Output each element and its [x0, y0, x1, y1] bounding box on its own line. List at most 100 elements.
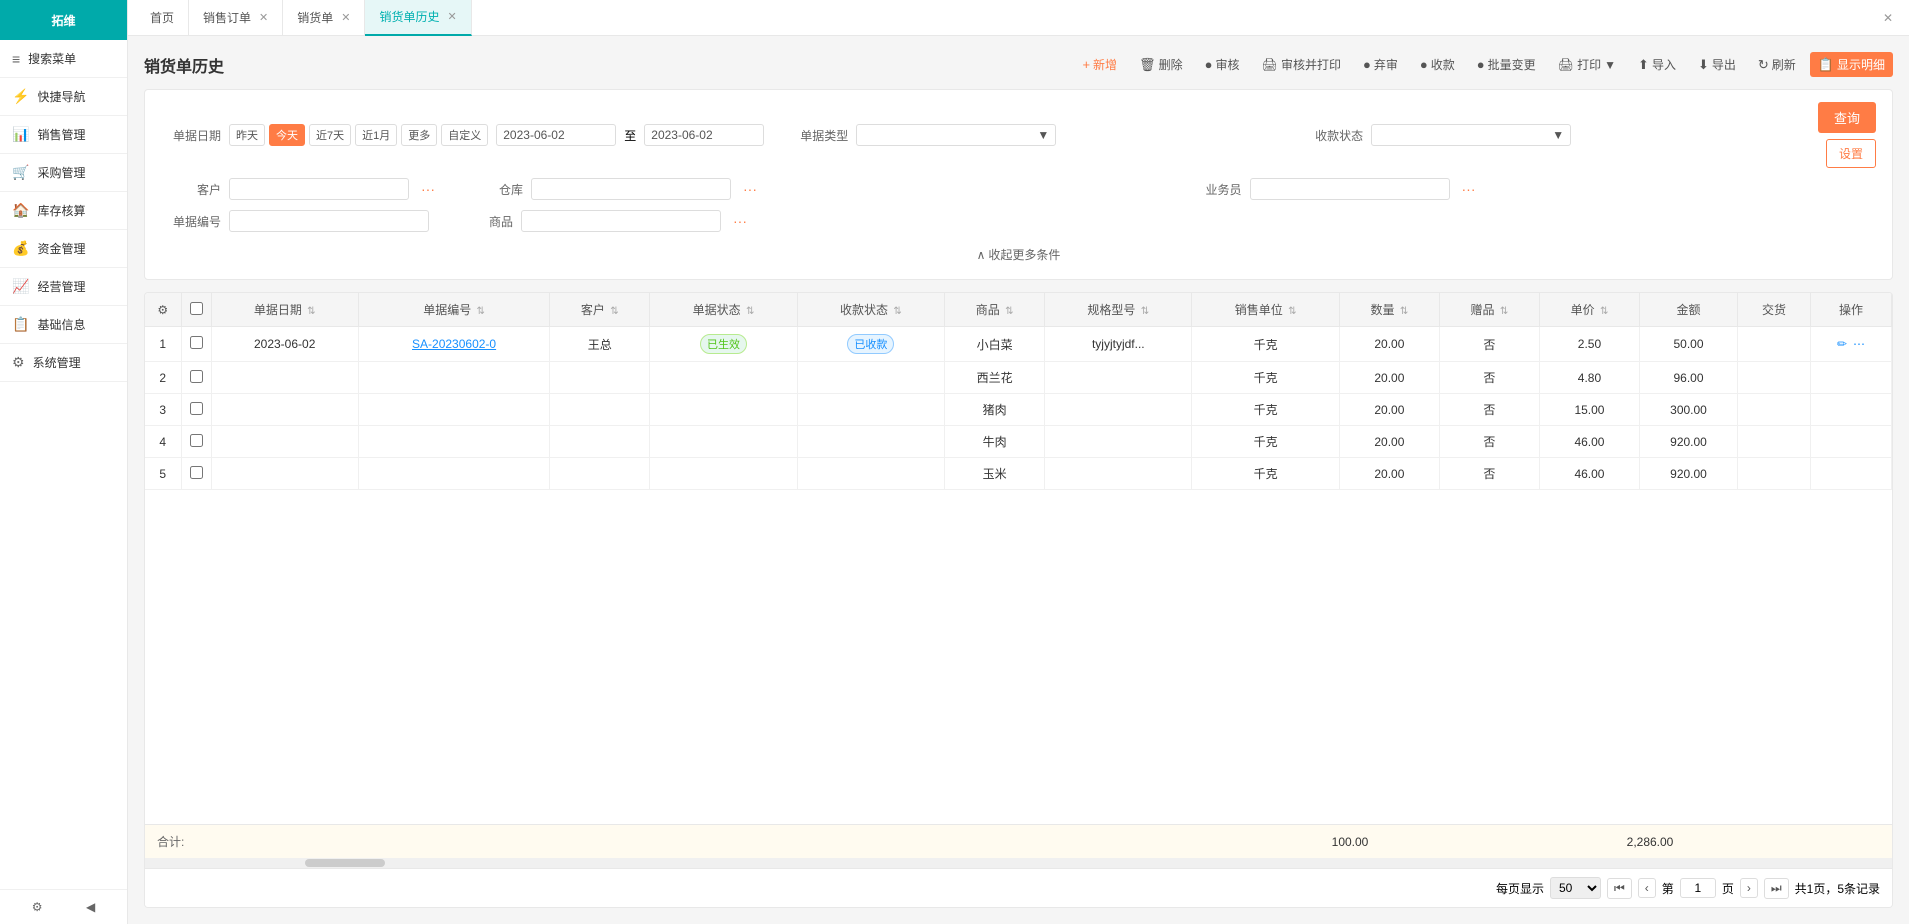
doc-no-input[interactable]: [229, 210, 429, 232]
filter-settings-button[interactable]: 设置: [1826, 139, 1876, 168]
row-checkbox-input[interactable]: [190, 336, 203, 349]
row-checkbox-input[interactable]: [190, 434, 203, 447]
tab-sales-delivery[interactable]: 销货单 ✕: [283, 0, 365, 36]
th-transaction[interactable]: 交货: [1737, 293, 1810, 327]
th-quantity[interactable]: 数量 ⇅: [1339, 293, 1439, 327]
th-gift[interactable]: 赠品 ⇅: [1439, 293, 1539, 327]
salesperson-input[interactable]: [1250, 178, 1450, 200]
tab-home[interactable]: 首页: [136, 0, 189, 36]
sidebar-item-purchase-mgmt[interactable]: 🛒 采购管理: [0, 154, 127, 192]
row-action[interactable]: ✏⋯: [1810, 327, 1891, 362]
tab-sales-order[interactable]: 销售订单 ✕: [189, 0, 283, 36]
sidebar-item-sys-mgmt[interactable]: ⚙ 系统管理: [0, 344, 127, 382]
th-payment-status[interactable]: 收款状态 ⇅: [797, 293, 944, 327]
row-action[interactable]: [1810, 362, 1891, 394]
row-checkbox[interactable]: [181, 394, 211, 426]
doc-no-link[interactable]: SA-20230602-0: [412, 337, 496, 351]
th-customer[interactable]: 客户 ⇅: [550, 293, 650, 327]
tab-sales-order-close[interactable]: ✕: [259, 11, 268, 24]
refresh-button[interactable]: ↻ 刷新: [1750, 52, 1804, 77]
first-page-button[interactable]: ⏮: [1607, 878, 1632, 899]
tab-sales-history[interactable]: 销货单历史 ✕: [365, 0, 471, 36]
customer-ellipsis[interactable]: ···: [417, 181, 439, 197]
select-all-checkbox[interactable]: [190, 302, 203, 315]
sidebar-item-quick-nav[interactable]: ⚡ 快捷导航: [0, 78, 127, 116]
add-button[interactable]: + 新增: [1074, 52, 1125, 77]
doc-type-select[interactable]: ▼: [856, 124, 1056, 146]
table-scroll[interactable]: ⚙ 单据日期 ⇅ 单据编号 ⇅: [145, 293, 1892, 824]
product-input[interactable]: [521, 210, 721, 232]
date-today-btn[interactable]: 今天: [269, 124, 305, 146]
window-close-button[interactable]: ✕: [1875, 7, 1901, 29]
row-checkbox[interactable]: [181, 362, 211, 394]
row-doc-no[interactable]: [358, 458, 549, 490]
row-action[interactable]: [1810, 426, 1891, 458]
sidebar-item-sales-mgmt[interactable]: 📊 销售管理: [0, 116, 127, 154]
sidebar-item-search-menu[interactable]: ≡ 搜索菜单: [0, 40, 127, 78]
row-doc-no[interactable]: SA-20230602-0: [358, 327, 549, 362]
th-unit[interactable]: 销售单位 ⇅: [1192, 293, 1339, 327]
action-edit[interactable]: ✏: [1837, 337, 1847, 351]
audit-print-button[interactable]: 🖨 审核并打印: [1253, 52, 1349, 77]
date-7days-btn[interactable]: 近7天: [309, 124, 351, 146]
last-page-button[interactable]: ⏭: [1764, 878, 1789, 899]
tab-sales-history-close[interactable]: ✕: [448, 10, 457, 23]
row-checkbox-input[interactable]: [190, 466, 203, 479]
th-checkbox[interactable]: [181, 293, 211, 327]
row-action[interactable]: [1810, 458, 1891, 490]
query-button[interactable]: 查询: [1818, 102, 1876, 133]
per-page-select[interactable]: 50 100 200: [1550, 877, 1601, 899]
row-checkbox[interactable]: [181, 458, 211, 490]
warehouse-ellipsis[interactable]: ···: [739, 181, 761, 197]
row-doc-no[interactable]: [358, 426, 549, 458]
customer-input[interactable]: [229, 178, 409, 200]
print-button[interactable]: 🖨 打印 ▼: [1550, 52, 1624, 77]
row-checkbox-input[interactable]: [190, 402, 203, 415]
scrollbar-thumb[interactable]: [305, 859, 385, 867]
date-to-input[interactable]: [644, 124, 764, 146]
date-1month-btn[interactable]: 近1月: [355, 124, 397, 146]
date-more-btn[interactable]: 更多: [401, 124, 437, 146]
product-ellipsis[interactable]: ···: [729, 213, 751, 229]
date-yesterday-btn[interactable]: 昨天: [229, 124, 265, 146]
horizontal-scrollbar[interactable]: [145, 858, 1892, 868]
abandon-button[interactable]: ● 弃审: [1355, 52, 1406, 77]
payment-status-select[interactable]: ▼: [1371, 124, 1571, 146]
next-page-button[interactable]: ›: [1740, 878, 1758, 898]
sidebar-item-finance[interactable]: 💰 资金管理: [0, 230, 127, 268]
row-checkbox[interactable]: [181, 327, 211, 362]
date-from-input[interactable]: [496, 124, 616, 146]
sidebar-item-basic-info[interactable]: 📋 基础信息: [0, 306, 127, 344]
prev-page-button[interactable]: ‹: [1638, 878, 1656, 898]
salesperson-ellipsis[interactable]: ···: [1458, 181, 1480, 197]
th-date[interactable]: 单据日期 ⇅: [211, 293, 358, 327]
row-checkbox-input[interactable]: [190, 370, 203, 383]
date-custom-btn[interactable]: 自定义: [441, 124, 488, 146]
sidebar-setting-icon[interactable]: ⚙: [32, 900, 43, 914]
th-doc-status[interactable]: 单据状态 ⇅: [650, 293, 797, 327]
sidebar-item-operation[interactable]: 📈 经营管理: [0, 268, 127, 306]
row-action[interactable]: [1810, 394, 1891, 426]
delete-button[interactable]: 🗑 删除: [1131, 52, 1191, 77]
collapse-button[interactable]: ∧ 收起更多条件: [161, 242, 1876, 267]
show-detail-button[interactable]: 📋 显示明细: [1810, 52, 1893, 77]
batch-change-button[interactable]: ● 批量变更: [1469, 52, 1544, 77]
warehouse-input[interactable]: [531, 178, 731, 200]
sidebar-item-inventory[interactable]: 🏠 库存核算: [0, 192, 127, 230]
th-settings[interactable]: ⚙: [145, 293, 181, 327]
th-product[interactable]: 商品 ⇅: [945, 293, 1045, 327]
sidebar-collapse-icon[interactable]: ◀: [86, 900, 95, 914]
tab-sales-delivery-close[interactable]: ✕: [341, 11, 350, 24]
action-more[interactable]: ⋯: [1853, 337, 1865, 351]
receive-button[interactable]: ● 收款: [1412, 52, 1463, 77]
current-page-input[interactable]: [1680, 878, 1716, 898]
row-doc-no[interactable]: [358, 394, 549, 426]
th-spec[interactable]: 规格型号 ⇅: [1045, 293, 1192, 327]
import-button[interactable]: ⬆ 导入: [1630, 52, 1684, 77]
row-checkbox[interactable]: [181, 426, 211, 458]
row-doc-no[interactable]: [358, 362, 549, 394]
export-button[interactable]: ⬇ 导出: [1690, 52, 1744, 77]
th-unit-price[interactable]: 单价 ⇅: [1539, 293, 1639, 327]
th-amount[interactable]: 金额: [1640, 293, 1738, 327]
audit-button[interactable]: ● 审核: [1197, 52, 1248, 77]
